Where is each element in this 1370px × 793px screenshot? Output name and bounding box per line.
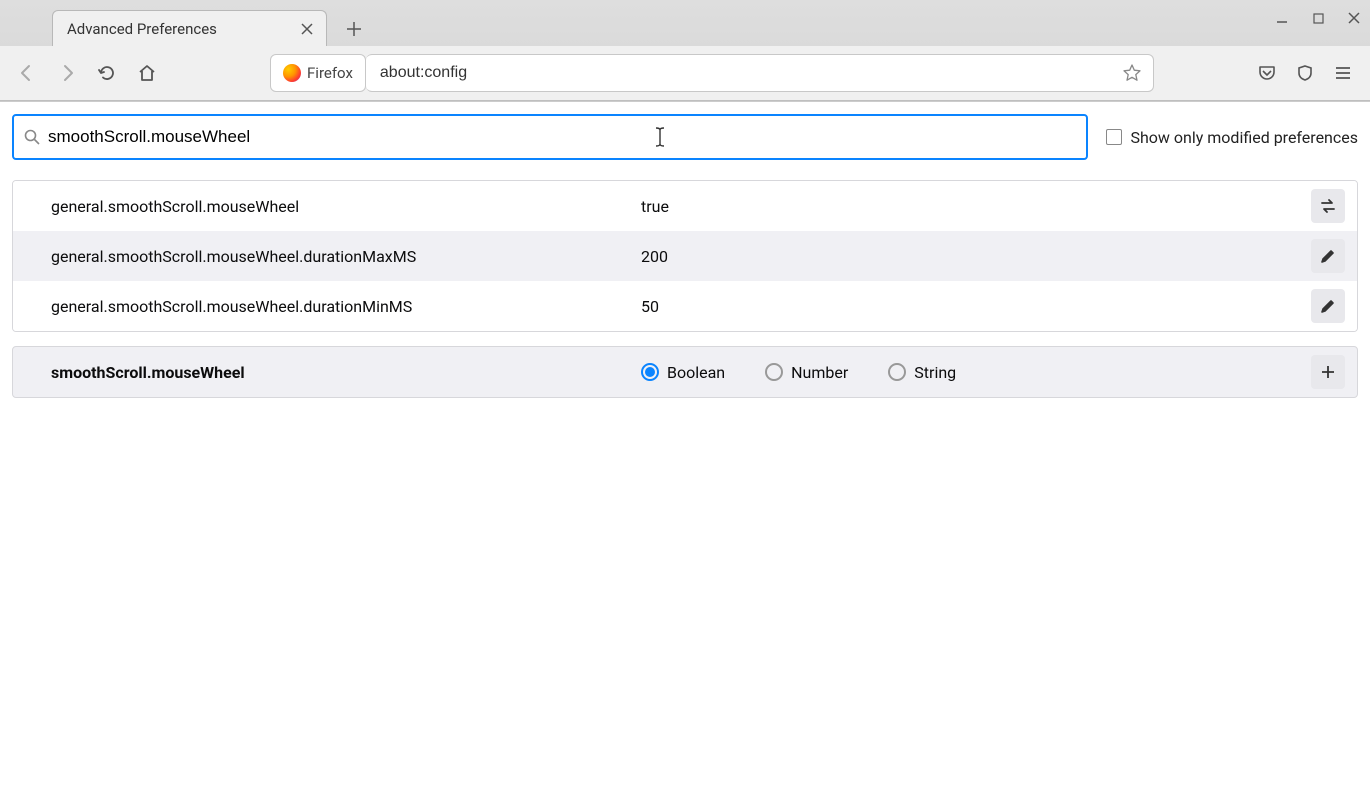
radio-label: Number: [791, 363, 848, 382]
preference-search-input[interactable]: [48, 127, 1076, 147]
maximize-icon[interactable]: [1308, 8, 1328, 28]
radio-icon[interactable]: [765, 363, 783, 381]
preferences-table: general.smoothScroll.mouseWheel true gen…: [12, 180, 1358, 332]
radio-icon[interactable]: [888, 363, 906, 381]
edit-button[interactable]: [1311, 239, 1345, 273]
identity-label: Firefox: [307, 64, 353, 82]
create-preference-row: smoothScroll.mouseWheel Boolean Number S…: [12, 346, 1358, 398]
edit-button[interactable]: [1311, 289, 1345, 323]
preference-search-box[interactable]: [12, 114, 1088, 160]
pref-row[interactable]: general.smoothScroll.mouseWheel.duration…: [13, 231, 1357, 281]
menu-icon[interactable]: [1326, 56, 1360, 90]
pref-row[interactable]: general.smoothScroll.mouseWheel true: [13, 181, 1357, 231]
toolbar-right: [1250, 56, 1360, 90]
shield-icon[interactable]: [1288, 56, 1322, 90]
firefox-icon: [283, 64, 301, 82]
about-config-content: Show only modified preferences general.s…: [0, 101, 1370, 410]
add-button[interactable]: [1311, 355, 1345, 389]
url-bar[interactable]: [366, 54, 1154, 92]
tab-title: Advanced Preferences: [67, 20, 290, 38]
radio-label: String: [914, 363, 956, 382]
create-pref-name: smoothScroll.mouseWheel: [51, 363, 641, 382]
radio-string[interactable]: String: [888, 363, 956, 382]
pref-name: general.smoothScroll.mouseWheel: [51, 197, 641, 216]
radio-boolean[interactable]: Boolean: [641, 363, 725, 382]
radio-number[interactable]: Number: [765, 363, 848, 382]
home-button[interactable]: [130, 56, 164, 90]
search-row: Show only modified preferences: [12, 114, 1358, 160]
pref-row[interactable]: general.smoothScroll.mouseWheel.duration…: [13, 281, 1357, 331]
radio-label: Boolean: [667, 363, 725, 382]
bookmark-star-icon[interactable]: [1119, 64, 1145, 82]
checkbox-label: Show only modified preferences: [1130, 128, 1358, 147]
browser-tab[interactable]: Advanced Preferences: [52, 10, 327, 46]
window-chrome: Advanced Preferences: [0, 0, 1370, 101]
close-window-icon[interactable]: [1344, 8, 1364, 28]
pref-value: true: [641, 197, 1311, 216]
pref-value: 50: [641, 297, 1311, 316]
pref-value: 200: [641, 247, 1311, 266]
navigation-toolbar: Firefox: [0, 46, 1370, 100]
new-tab-button[interactable]: [337, 12, 371, 46]
window-controls: [1272, 8, 1364, 28]
show-modified-only-checkbox[interactable]: Show only modified preferences: [1106, 128, 1358, 147]
identity-box[interactable]: Firefox: [270, 54, 366, 92]
pref-name: general.smoothScroll.mouseWheel.duration…: [51, 247, 641, 266]
type-radio-group: Boolean Number String: [641, 363, 1311, 382]
forward-button[interactable]: [50, 56, 84, 90]
reload-button[interactable]: [90, 56, 124, 90]
pocket-icon[interactable]: [1250, 56, 1284, 90]
checkbox-icon[interactable]: [1106, 129, 1122, 145]
search-icon: [24, 129, 40, 145]
pref-name: general.smoothScroll.mouseWheel.duration…: [51, 297, 641, 316]
minimize-icon[interactable]: [1272, 8, 1292, 28]
radio-icon[interactable]: [641, 363, 659, 381]
titlebar: Advanced Preferences: [0, 0, 1370, 46]
close-tab-icon[interactable]: [298, 20, 316, 38]
toggle-button[interactable]: [1311, 189, 1345, 223]
back-button[interactable]: [10, 56, 44, 90]
url-input[interactable]: [380, 64, 1119, 82]
